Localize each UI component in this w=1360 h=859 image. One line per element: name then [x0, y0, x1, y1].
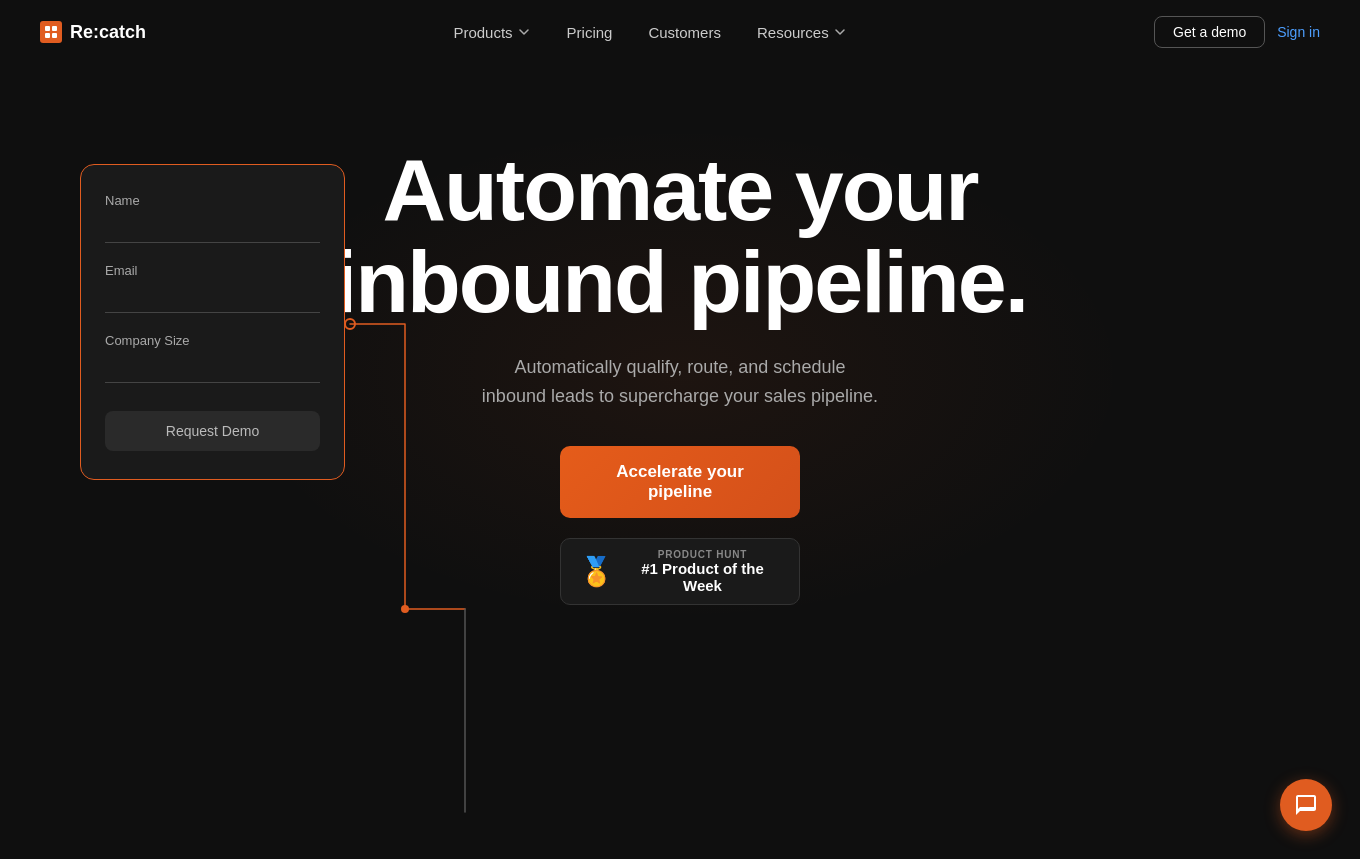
hero-subtitle: Automatically qualify, route, and schedu… [333, 353, 1027, 411]
producthunt-badge[interactable]: 🏅 PRODUCT HUNT #1 Product of the Week [560, 538, 800, 605]
chevron-down-icon-2 [833, 25, 847, 39]
form-card: Name Email Company Size Request Demo [80, 164, 345, 480]
ph-badge-text: PRODUCT HUNT #1 Product of the Week [624, 549, 781, 594]
name-input[interactable] [105, 214, 320, 243]
nav-customers[interactable]: Customers [634, 18, 735, 47]
nav-right: Get a demo Sign in [1154, 16, 1320, 48]
hero-section: Name Email Company Size Request Demo Aut… [0, 64, 1360, 824]
request-demo-button[interactable]: Request Demo [105, 411, 320, 451]
svg-rect-0 [45, 26, 50, 31]
ph-label: PRODUCT HUNT [624, 549, 781, 560]
hero-title: Automate your inbound pipeline. [333, 144, 1027, 329]
company-label: Company Size [105, 333, 320, 348]
svg-rect-2 [45, 33, 50, 38]
svg-rect-3 [52, 33, 57, 38]
nav-resources[interactable]: Resources [743, 18, 861, 47]
form-card-wrapper: Name Email Company Size Request Demo [80, 164, 345, 480]
svg-point-5 [401, 605, 409, 613]
ph-title: #1 Product of the Week [624, 560, 781, 594]
name-label: Name [105, 193, 320, 208]
get-demo-button[interactable]: Get a demo [1154, 16, 1265, 48]
name-field: Name [105, 193, 320, 243]
logo[interactable]: Re:catch [40, 21, 146, 43]
email-label: Email [105, 263, 320, 278]
signin-button[interactable]: Sign in [1277, 24, 1320, 40]
logo-icon [40, 21, 62, 43]
svg-rect-1 [52, 26, 57, 31]
producthunt-icon: 🏅 [579, 554, 614, 590]
email-input[interactable] [105, 284, 320, 313]
nav-links: Products Pricing Customers Resources [439, 18, 860, 47]
nav-pricing[interactable]: Pricing [553, 18, 627, 47]
hero-text: Automate your inbound pipeline. Automati… [333, 144, 1027, 605]
company-field: Company Size [105, 333, 320, 383]
chat-icon [1294, 793, 1318, 817]
chevron-down-icon [517, 25, 531, 39]
accelerate-pipeline-button[interactable]: Accelerate your pipeline [560, 446, 800, 518]
email-field: Email [105, 263, 320, 313]
logo-text: Re:catch [70, 22, 146, 43]
company-input[interactable] [105, 354, 320, 383]
chat-button[interactable] [1280, 779, 1332, 831]
nav-products[interactable]: Products [439, 18, 544, 47]
navbar: Re:catch Products Pricing Customers Reso… [0, 0, 1360, 64]
